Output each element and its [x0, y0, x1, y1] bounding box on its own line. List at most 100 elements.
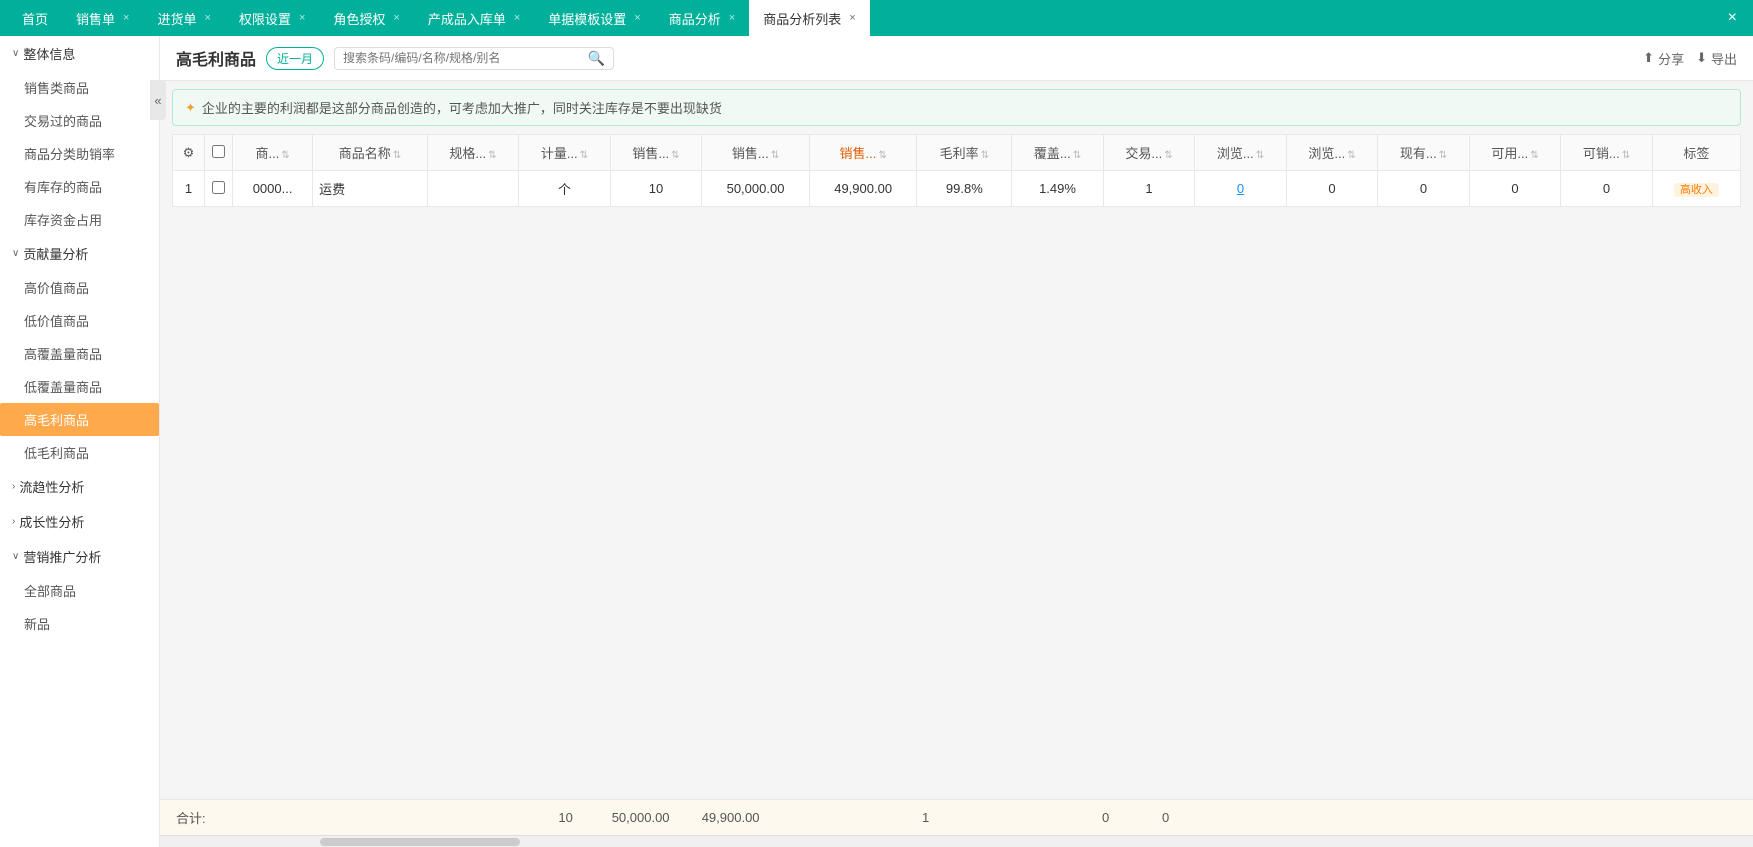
table-header-row: ⚙ 商...⇅ 商品名称⇅ 规格...⇅ 计量...⇅ 销售...⇅ 销售...…: [173, 135, 1741, 171]
cell-tag: 高收入: [1652, 171, 1740, 207]
close-icon[interactable]: ×: [123, 12, 129, 24]
nav-tab-purchase[interactable]: 进货单 ×: [143, 0, 224, 36]
close-icon[interactable]: ×: [393, 12, 399, 24]
share-button[interactable]: ⬆ 分享: [1643, 49, 1684, 68]
col-sales-amount: 销售...⇅: [702, 135, 810, 171]
data-table-wrapper: ⚙ 商...⇅ 商品名称⇅ 规格...⇅ 计量...⇅ 销售...⇅ 销售...…: [172, 134, 1741, 799]
cell-sales-qty: 10: [610, 171, 702, 207]
cell-sales-amount: 50,000.00: [702, 171, 810, 207]
horizontal-scrollbar[interactable]: [160, 835, 1753, 847]
nav-tab-permission[interactable]: 权限设置 ×: [225, 0, 319, 36]
cell-index: 1: [173, 171, 205, 207]
chevron-down-icon: ∨: [12, 48, 19, 59]
cell-spec: [427, 171, 519, 207]
sidebar-group-growth[interactable]: › 成长性分析: [0, 504, 159, 539]
row-checkbox[interactable]: [212, 181, 225, 194]
col-views1: 浏览...⇅: [1195, 135, 1287, 171]
col-sales-qty: 销售...⇅: [610, 135, 702, 171]
close-icon[interactable]: ×: [299, 12, 305, 24]
cell-gross-margin: 99.8%: [917, 171, 1012, 207]
footer-current-stock: 0: [1076, 810, 1136, 825]
nav-tab-role[interactable]: 角色授权 ×: [319, 0, 413, 36]
info-banner: ✦ 企业的主要的利润都是这部分商品创造的，可考虑加大推广，同时关注库存是不要出现…: [172, 89, 1741, 126]
chevron-right-icon: ›: [12, 481, 15, 492]
sidebar-item-high-margin[interactable]: 高毛利商品: [0, 403, 159, 436]
header-actions: ⬆ 分享 ⬇ 导出: [1643, 49, 1737, 68]
cell-name: 运费: [313, 171, 428, 207]
export-icon: ⬇: [1696, 50, 1707, 66]
search-box: 🔍: [334, 47, 614, 70]
period-button[interactable]: 近一月: [266, 47, 324, 70]
cell-views1[interactable]: 0: [1195, 171, 1287, 207]
footer-spacer2: [286, 810, 406, 825]
scrollbar-thumb[interactable]: [320, 838, 520, 846]
views1-link[interactable]: 0: [1237, 181, 1244, 196]
col-settings[interactable]: ⚙: [173, 135, 205, 171]
sidebar-item-in-stock[interactable]: 有库存的商品: [0, 170, 159, 203]
cell-coverage: 1.49%: [1012, 171, 1104, 207]
col-spec: 规格...⇅: [427, 135, 519, 171]
close-icon[interactable]: ×: [514, 12, 520, 24]
data-table: ⚙ 商...⇅ 商品名称⇅ 规格...⇅ 计量...⇅ 销售...⇅ 销售...…: [172, 134, 1741, 207]
col-views2: 浏览...⇅: [1286, 135, 1378, 171]
close-icon[interactable]: ×: [634, 12, 640, 24]
footer-spacer1: [226, 810, 286, 825]
sidebar-item-traded-goods[interactable]: 交易过的商品: [0, 104, 159, 137]
close-icon[interactable]: ×: [849, 12, 855, 24]
sidebar-group-overall[interactable]: ∨ 整体信息: [0, 36, 159, 71]
footer-views2: [1016, 810, 1076, 825]
cell-unit: 个: [519, 171, 611, 207]
close-all-button[interactable]: ×: [1720, 9, 1745, 27]
export-button[interactable]: ⬇ 导出: [1696, 49, 1737, 68]
content-area: 高毛利商品 近一月 🔍 ⬆ 分享 ⬇ 导出 ✦ 企业的主要的利润都是这部分商品创…: [160, 36, 1753, 847]
cell-code: 0000...: [233, 171, 313, 207]
col-unit: 计量...⇅: [519, 135, 611, 171]
footer-trade: 1: [896, 810, 956, 825]
footer-available-stock: 0: [1136, 810, 1196, 825]
sidebar-item-low-value[interactable]: 低价值商品: [0, 304, 159, 337]
close-icon[interactable]: ×: [204, 12, 210, 24]
col-coverage: 覆盖...⇅: [1012, 135, 1104, 171]
footer-label: 合计:: [176, 808, 226, 827]
footer-sales-amount: 50,000.00: [596, 810, 686, 825]
share-icon: ⬆: [1643, 50, 1654, 66]
nav-tab-template[interactable]: 单据模板设置 ×: [534, 0, 654, 36]
sidebar-item-category-rate[interactable]: 商品分类助销率: [0, 137, 159, 170]
sidebar-item-all-goods[interactable]: 全部商品: [0, 574, 159, 607]
cell-trade: 1: [1103, 171, 1195, 207]
chevron-down-icon: ∨: [12, 551, 19, 562]
chevron-down-icon: ∨: [12, 248, 19, 259]
col-name: 商品名称⇅: [313, 135, 428, 171]
cell-checkbox[interactable]: [205, 171, 233, 207]
nav-tab-analysis[interactable]: 商品分析 ×: [655, 0, 749, 36]
footer-spacer3: [406, 810, 486, 825]
sidebar-group-contribution[interactable]: ∨ 贡献量分析: [0, 236, 159, 271]
info-icon: ✦: [185, 100, 196, 116]
col-current-stock: 现有...⇅: [1378, 135, 1470, 171]
sidebar-item-low-coverage[interactable]: 低覆盖量商品: [0, 370, 159, 403]
table-footer: 合计: 10 50,000.00 49,900.00 1 0 0: [160, 799, 1753, 835]
nav-tab-sales[interactable]: 销售单 ×: [62, 0, 143, 36]
col-sellable-stock: 可销...⇅: [1561, 135, 1653, 171]
close-icon[interactable]: ×: [729, 12, 735, 24]
nav-tab-analysis-list[interactable]: 商品分析列表 ×: [749, 0, 869, 36]
col-available-stock: 可用...⇅: [1469, 135, 1561, 171]
nav-tab-home[interactable]: 首页: [8, 0, 62, 36]
col-checkbox[interactable]: [205, 135, 233, 171]
sidebar-item-sales-goods[interactable]: 销售类商品: [0, 71, 159, 104]
select-all-checkbox[interactable]: [212, 145, 225, 158]
sidebar-group-trend[interactable]: › 流趋性分析: [0, 469, 159, 504]
sidebar-collapse-button[interactable]: «: [150, 80, 166, 120]
sidebar-item-high-coverage[interactable]: 高覆盖量商品: [0, 337, 159, 370]
nav-tab-instock[interactable]: 产成品入库单 ×: [414, 0, 534, 36]
sidebar-item-stock-capital[interactable]: 库存资金占用: [0, 203, 159, 236]
cell-sales-profit: 49,900.00: [809, 171, 917, 207]
sidebar-item-high-value[interactable]: 高价值商品: [0, 271, 159, 304]
sidebar-group-marketing[interactable]: ∨ 营销推广分析: [0, 539, 159, 574]
cell-current-stock: 0: [1378, 171, 1470, 207]
sidebar-item-new-goods[interactable]: 新品: [0, 607, 159, 640]
search-input[interactable]: [343, 51, 588, 65]
search-icon[interactable]: 🔍: [588, 50, 605, 67]
sidebar-item-low-margin[interactable]: 低毛利商品: [0, 436, 159, 469]
main-layout: ∨ 整体信息 销售类商品 交易过的商品 商品分类助销率 有库存的商品 库存资金占…: [0, 36, 1753, 847]
